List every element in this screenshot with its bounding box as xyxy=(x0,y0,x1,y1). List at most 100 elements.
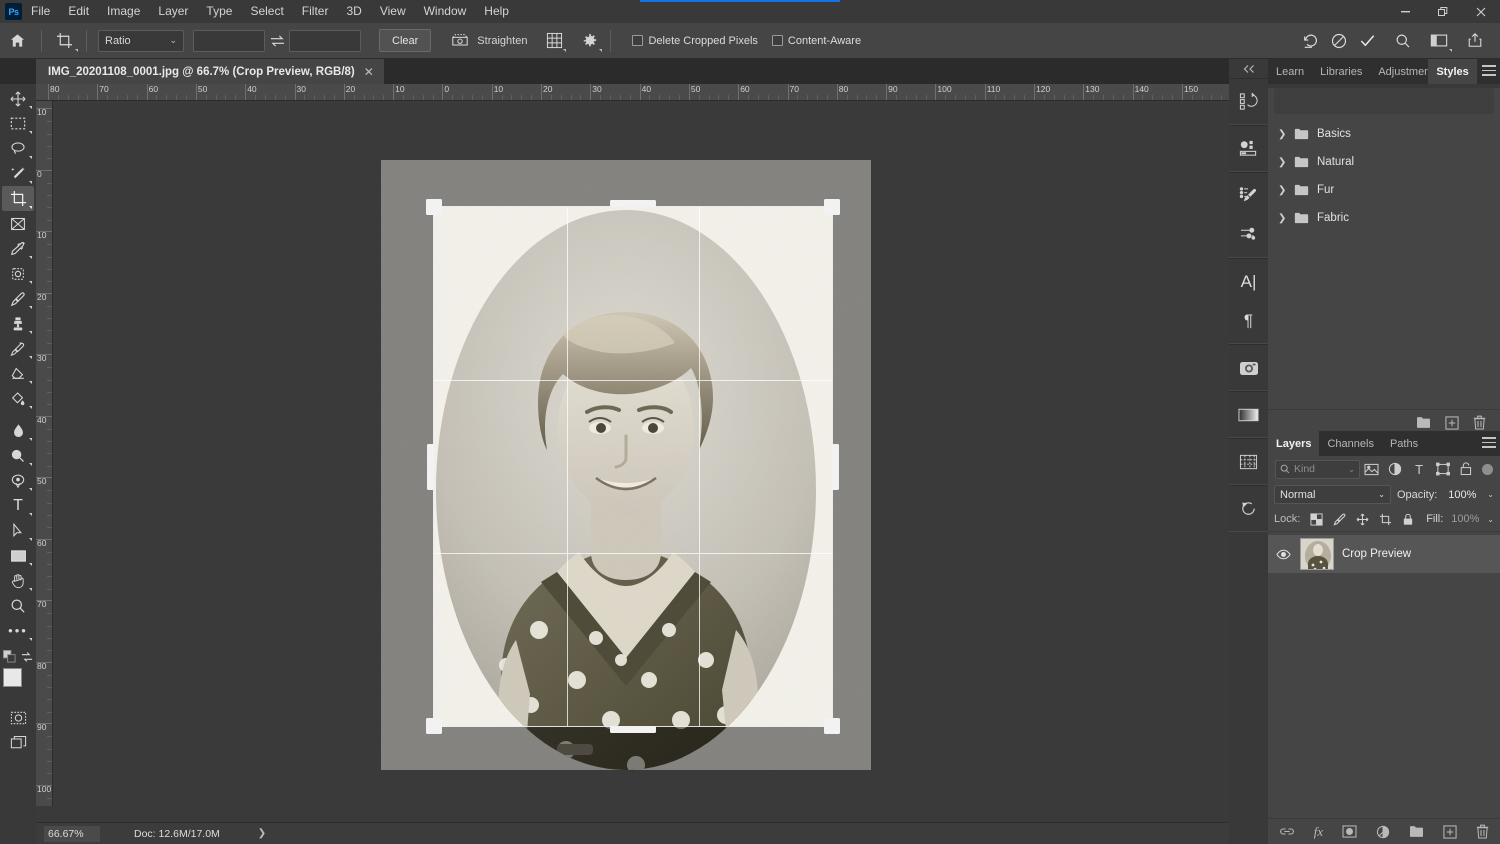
styles-folder-row[interactable]: ❯Basics xyxy=(1268,120,1500,148)
chevron-right-icon[interactable]: ❯ xyxy=(1278,157,1286,168)
close-icon[interactable]: ✕ xyxy=(364,65,374,79)
blend-mode-select[interactable]: Normal ⌄ xyxy=(1274,485,1391,504)
smart-object-filter-icon[interactable] xyxy=(1455,458,1479,480)
filter-toggle-switch[interactable] xyxy=(1482,464,1493,475)
tab-adjustment[interactable]: Adjustment xyxy=(1370,59,1428,84)
brush-settings-icon[interactable] xyxy=(1229,176,1268,215)
tool-zoom[interactable] xyxy=(2,593,34,618)
default-colors-icon[interactable] xyxy=(3,650,16,663)
paragraph-icon[interactable]: ¶ xyxy=(1229,301,1268,340)
minimize-button[interactable] xyxy=(1386,0,1424,23)
menu-item-type[interactable]: Type xyxy=(197,0,241,23)
image-canvas[interactable] xyxy=(381,160,871,770)
tool-marquee[interactable] xyxy=(2,111,34,136)
foreground-color-swatch[interactable] xyxy=(3,668,22,687)
chevron-double-right-icon[interactable]: chevron-double-right-icon xyxy=(0,59,36,84)
crop-handle-top-center[interactable] xyxy=(610,200,656,207)
reset-icon[interactable] xyxy=(1298,28,1324,54)
adjustment-layer-icon[interactable] xyxy=(1376,825,1390,839)
canvas-viewport[interactable] xyxy=(53,101,1229,806)
tool-brush[interactable] xyxy=(2,286,34,311)
color-swatches[interactable] xyxy=(3,668,33,698)
menu-item-filter[interactable]: Filter xyxy=(293,0,338,23)
tool-move[interactable] xyxy=(2,86,34,111)
tab-learn[interactable]: Learn xyxy=(1268,59,1312,84)
close-button[interactable] xyxy=(1462,0,1500,23)
checkmark-icon[interactable] xyxy=(1354,28,1380,54)
layer-row[interactable]: Crop Preview xyxy=(1268,535,1500,573)
history-icon[interactable] xyxy=(1229,82,1268,121)
crop-handle-bottom-right[interactable] xyxy=(824,718,840,734)
share-icon[interactable] xyxy=(1462,28,1488,54)
chevron-right-icon[interactable]: ❯ xyxy=(1278,185,1286,196)
tab-styles[interactable]: Styles xyxy=(1428,59,1476,84)
horizontal-ruler[interactable]: 8070605040302010010203040506070809010011… xyxy=(36,84,1229,101)
fx-icon[interactable]: fx xyxy=(1314,824,1323,840)
clear-button[interactable]: Clear xyxy=(379,29,431,52)
tab-channels[interactable]: Channels xyxy=(1319,431,1381,456)
menu-item-file[interactable]: File xyxy=(22,0,59,23)
straighten-label[interactable]: Straighten xyxy=(477,35,527,47)
tool-magic-wand[interactable] xyxy=(2,161,34,186)
tool-edit-toolbar[interactable]: ••• xyxy=(2,618,34,643)
chevron-right-icon[interactable]: ❯ xyxy=(1278,129,1286,140)
document-tab[interactable]: IMG_20201108_0001.jpg @ 66.7% (Crop Prev… xyxy=(36,59,384,84)
actions-icon[interactable] xyxy=(1229,489,1268,528)
link-layers-icon[interactable] xyxy=(1279,826,1295,837)
delete-layer-icon[interactable] xyxy=(1476,824,1489,839)
crop-handle-top-left[interactable] xyxy=(426,199,442,215)
tool-spot-healing[interactable] xyxy=(2,261,34,286)
lock-transparency-icon[interactable] xyxy=(1306,509,1326,529)
tab-libraries[interactable]: Libraries xyxy=(1312,59,1370,84)
tool-rectangle[interactable] xyxy=(2,543,34,568)
panel-menu-icon[interactable] xyxy=(1482,437,1496,451)
eye-icon[interactable] xyxy=(1274,549,1292,560)
straighten-icon[interactable] xyxy=(447,28,473,54)
brush-presets-icon[interactable] xyxy=(1229,215,1268,254)
layer-kind-filter[interactable]: Kind ⌄ xyxy=(1275,460,1360,479)
swap-arrows-icon[interactable] xyxy=(265,34,289,48)
swap-colors-icon[interactable] xyxy=(21,651,33,663)
crop-handle-middle-right[interactable] xyxy=(832,444,839,490)
menu-item-layer[interactable]: Layer xyxy=(149,0,197,23)
tool-eyedropper[interactable] xyxy=(2,236,34,261)
tool-lasso[interactable] xyxy=(2,136,34,161)
crop-handle-middle-left[interactable] xyxy=(427,444,434,490)
patterns-icon[interactable] xyxy=(1229,442,1268,481)
crop-handle-bottom-center[interactable] xyxy=(610,726,656,733)
content-aware-checkbox[interactable]: Content-Aware xyxy=(772,35,861,47)
new-group-icon[interactable] xyxy=(1416,416,1431,429)
delete-icon[interactable] xyxy=(1473,415,1486,430)
fill-chevron-icon[interactable]: ⌄ xyxy=(1487,515,1494,524)
zoom-level-input[interactable]: 66.67% xyxy=(44,826,100,842)
tool-blur[interactable] xyxy=(2,418,34,443)
tool-path-selection[interactable] xyxy=(2,518,34,543)
crop-handle-bottom-left[interactable] xyxy=(426,718,442,734)
search-icon[interactable] xyxy=(1390,28,1416,54)
tool-dodge[interactable] xyxy=(2,443,34,468)
restore-button[interactable] xyxy=(1424,0,1462,23)
tool-hand[interactable] xyxy=(2,568,34,593)
styles-folder-row[interactable]: ❯Natural xyxy=(1268,148,1500,176)
tool-gradient[interactable] xyxy=(2,386,34,411)
tab-paths[interactable]: Paths xyxy=(1382,431,1426,456)
tool-type[interactable]: T xyxy=(2,493,34,518)
crop-width-input[interactable] xyxy=(193,30,265,52)
cancel-icon[interactable] xyxy=(1326,28,1352,54)
quick-mask-icon[interactable] xyxy=(2,705,34,730)
lock-position-icon[interactable] xyxy=(1352,509,1372,529)
workspace-icon[interactable] xyxy=(1422,28,1456,54)
tool-clone-stamp[interactable] xyxy=(2,311,34,336)
chevron-right-icon[interactable]: ❯ xyxy=(1278,213,1286,224)
character-icon[interactable]: A| xyxy=(1229,262,1268,301)
gradients-icon[interactable] xyxy=(1229,395,1268,434)
crop-tool-icon[interactable] xyxy=(49,28,79,54)
adjustments-icon[interactable] xyxy=(1229,129,1268,168)
type-filter-icon[interactable]: T xyxy=(1407,458,1431,480)
menu-item-help[interactable]: Help xyxy=(475,0,518,23)
menu-item-image[interactable]: Image xyxy=(98,0,149,23)
styles-search-input[interactable] xyxy=(1274,88,1494,114)
home-icon[interactable] xyxy=(0,24,34,58)
status-chevron-icon[interactable]: ❯ xyxy=(258,828,266,839)
pixel-filter-icon[interactable] xyxy=(1360,458,1384,480)
